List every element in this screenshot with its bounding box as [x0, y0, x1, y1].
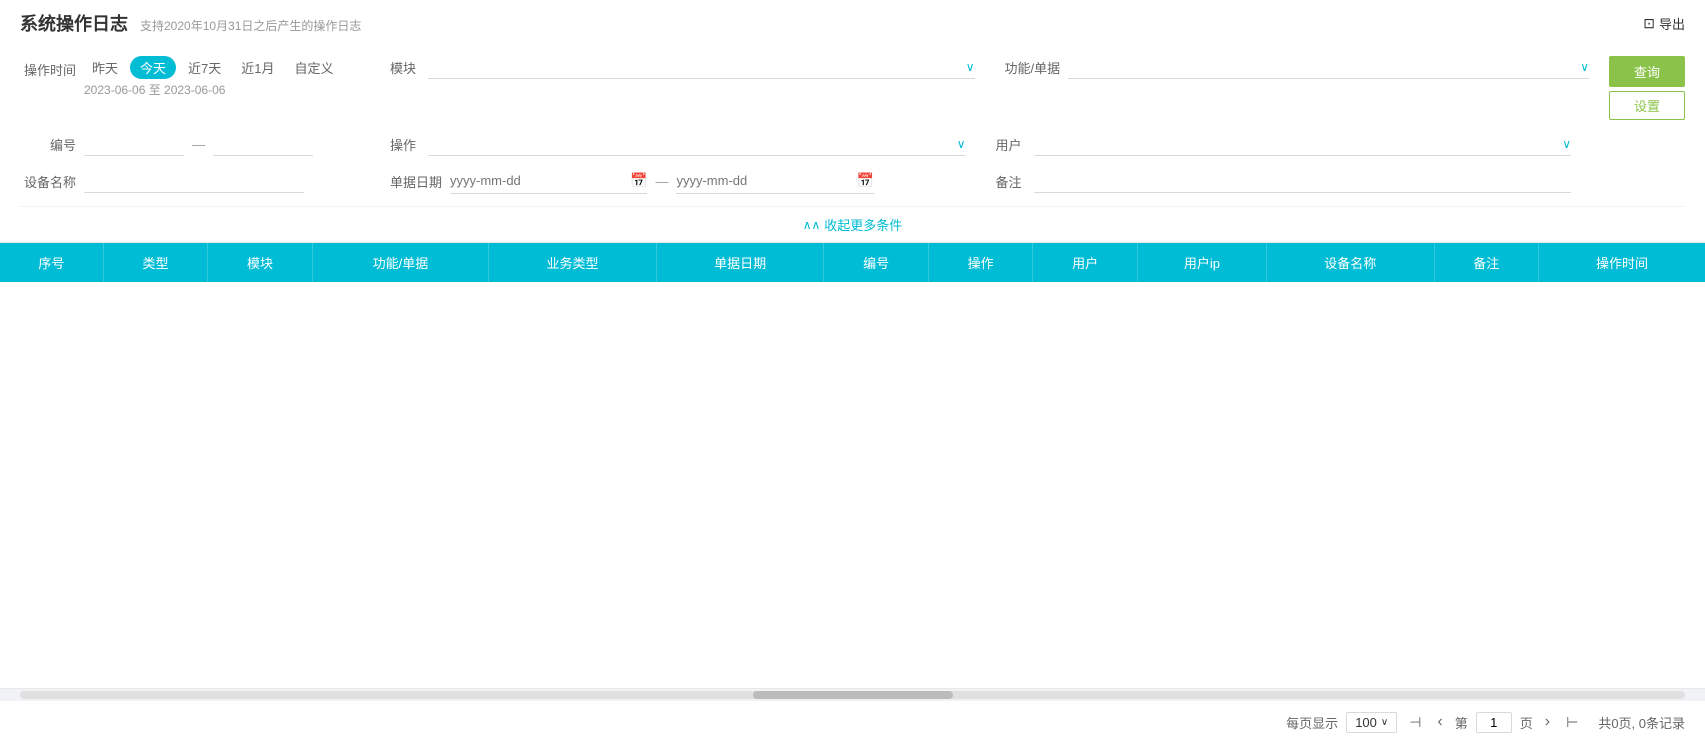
collapse-button[interactable]: ∧∧ 收起更多条件: [803, 215, 903, 234]
date-end-field[interactable]: [676, 173, 852, 188]
col-biz-type: 业务类型: [489, 243, 657, 282]
time-label: 操作时间: [20, 56, 76, 79]
col-number: 编号: [824, 243, 928, 282]
module-select[interactable]: ∨: [428, 56, 975, 79]
scrollbar-thumb[interactable]: [753, 691, 953, 699]
number-label: 编号: [20, 135, 76, 154]
number-start-input[interactable]: [84, 132, 184, 156]
col-seq: 序号: [0, 243, 103, 282]
export-icon: ⊡: [1643, 15, 1655, 32]
scrollbar-area[interactable]: [0, 688, 1705, 700]
col-op-time: 操作时间: [1539, 243, 1705, 282]
pagination-bar: 每页显示 100 ∨ ⊣ ‹ 第 页 › ⊢ 共0页, 0条记录: [0, 700, 1705, 743]
table-header-row: 序号 类型 模块 功能/单据 业务类型 单据日期 编号 操作 用户 用户ip 设…: [0, 243, 1705, 282]
date-sep: —: [655, 174, 668, 189]
function-chevron-icon: ∨: [1580, 60, 1589, 74]
page-input[interactable]: [1476, 712, 1512, 733]
col-user-ip: 用户ip: [1137, 243, 1266, 282]
collapse-label: 收起更多条件: [824, 215, 902, 234]
date-start-input[interactable]: 📅: [450, 168, 647, 194]
operation-label: 操作: [390, 135, 420, 154]
time-btn-custom[interactable]: 自定义: [287, 56, 342, 79]
total-info: 共0页, 0条记录: [1598, 713, 1685, 732]
query-button[interactable]: 查询: [1609, 56, 1685, 87]
device-input[interactable]: [84, 169, 304, 193]
user-label: 用户: [996, 135, 1026, 154]
time-btn-7days[interactable]: 近7天: [180, 56, 229, 79]
page-subtitle: 支持2020年10月31日之后产生的操作日志: [140, 17, 361, 34]
time-btn-today[interactable]: 今天: [130, 56, 176, 79]
remark-input[interactable]: [1034, 169, 1572, 193]
operation-chevron-icon: ∨: [957, 137, 966, 151]
user-select[interactable]: ∨: [1034, 133, 1572, 156]
module-chevron-icon: ∨: [966, 60, 975, 74]
col-module: 模块: [208, 243, 312, 282]
last-page-button[interactable]: ⊢: [1562, 712, 1582, 733]
user-chevron-icon: ∨: [1562, 137, 1571, 151]
calendar-end-icon[interactable]: 📅: [856, 172, 873, 189]
empty-area: [0, 282, 1705, 622]
col-device: 设备名称: [1266, 243, 1434, 282]
remark-label: 备注: [996, 172, 1026, 191]
page-size-chevron-icon: ∨: [1381, 717, 1388, 728]
page-unit: 页: [1520, 713, 1533, 732]
time-range-display: 2023-06-06 至 2023-06-06: [84, 81, 342, 98]
time-btn-yesterday[interactable]: 昨天: [84, 56, 126, 79]
page-size-select[interactable]: 100 ∨: [1346, 712, 1397, 733]
collapse-up-icon: ∧∧: [803, 218, 821, 232]
page-title: 系统操作日志: [20, 10, 128, 36]
scrollbar-track[interactable]: [20, 691, 1685, 699]
top-bar: 系统操作日志 支持2020年10月31日之后产生的操作日志 ⊡ 导出: [0, 0, 1705, 42]
device-label: 设备名称: [20, 172, 76, 191]
export-label: 导出: [1659, 14, 1685, 33]
export-button[interactable]: ⊡ 导出: [1643, 14, 1685, 33]
operation-select[interactable]: ∨: [428, 133, 966, 156]
page-size-label: 每页显示: [1286, 713, 1338, 732]
function-select[interactable]: ∨: [1068, 56, 1589, 79]
data-table: 序号 类型 模块 功能/单据 业务类型 单据日期 编号 操作 用户 用户ip 设…: [0, 243, 1705, 688]
page-label: 第: [1455, 713, 1468, 732]
calendar-start-icon[interactable]: 📅: [630, 172, 647, 189]
function-label: 功能/单据: [1005, 58, 1061, 77]
settings-button[interactable]: 设置: [1609, 91, 1685, 120]
col-operation: 操作: [928, 243, 1032, 282]
col-voucher-date: 单据日期: [656, 243, 824, 282]
next-page-button[interactable]: ›: [1541, 711, 1554, 733]
prev-page-button[interactable]: ‹: [1433, 711, 1446, 733]
module-label: 模块: [390, 58, 420, 77]
col-user: 用户: [1033, 243, 1137, 282]
col-remark: 备注: [1434, 243, 1538, 282]
number-sep: —: [192, 137, 205, 152]
time-btn-1month[interactable]: 近1月: [233, 56, 282, 79]
col-function: 功能/单据: [312, 243, 488, 282]
page-size-value: 100: [1355, 715, 1377, 730]
date-end-input[interactable]: 📅: [676, 168, 873, 194]
col-type: 类型: [103, 243, 207, 282]
first-page-button[interactable]: ⊣: [1405, 712, 1425, 733]
date-start-field[interactable]: [450, 173, 626, 188]
number-end-input[interactable]: [213, 132, 313, 156]
voucher-date-label: 单据日期: [390, 172, 442, 191]
